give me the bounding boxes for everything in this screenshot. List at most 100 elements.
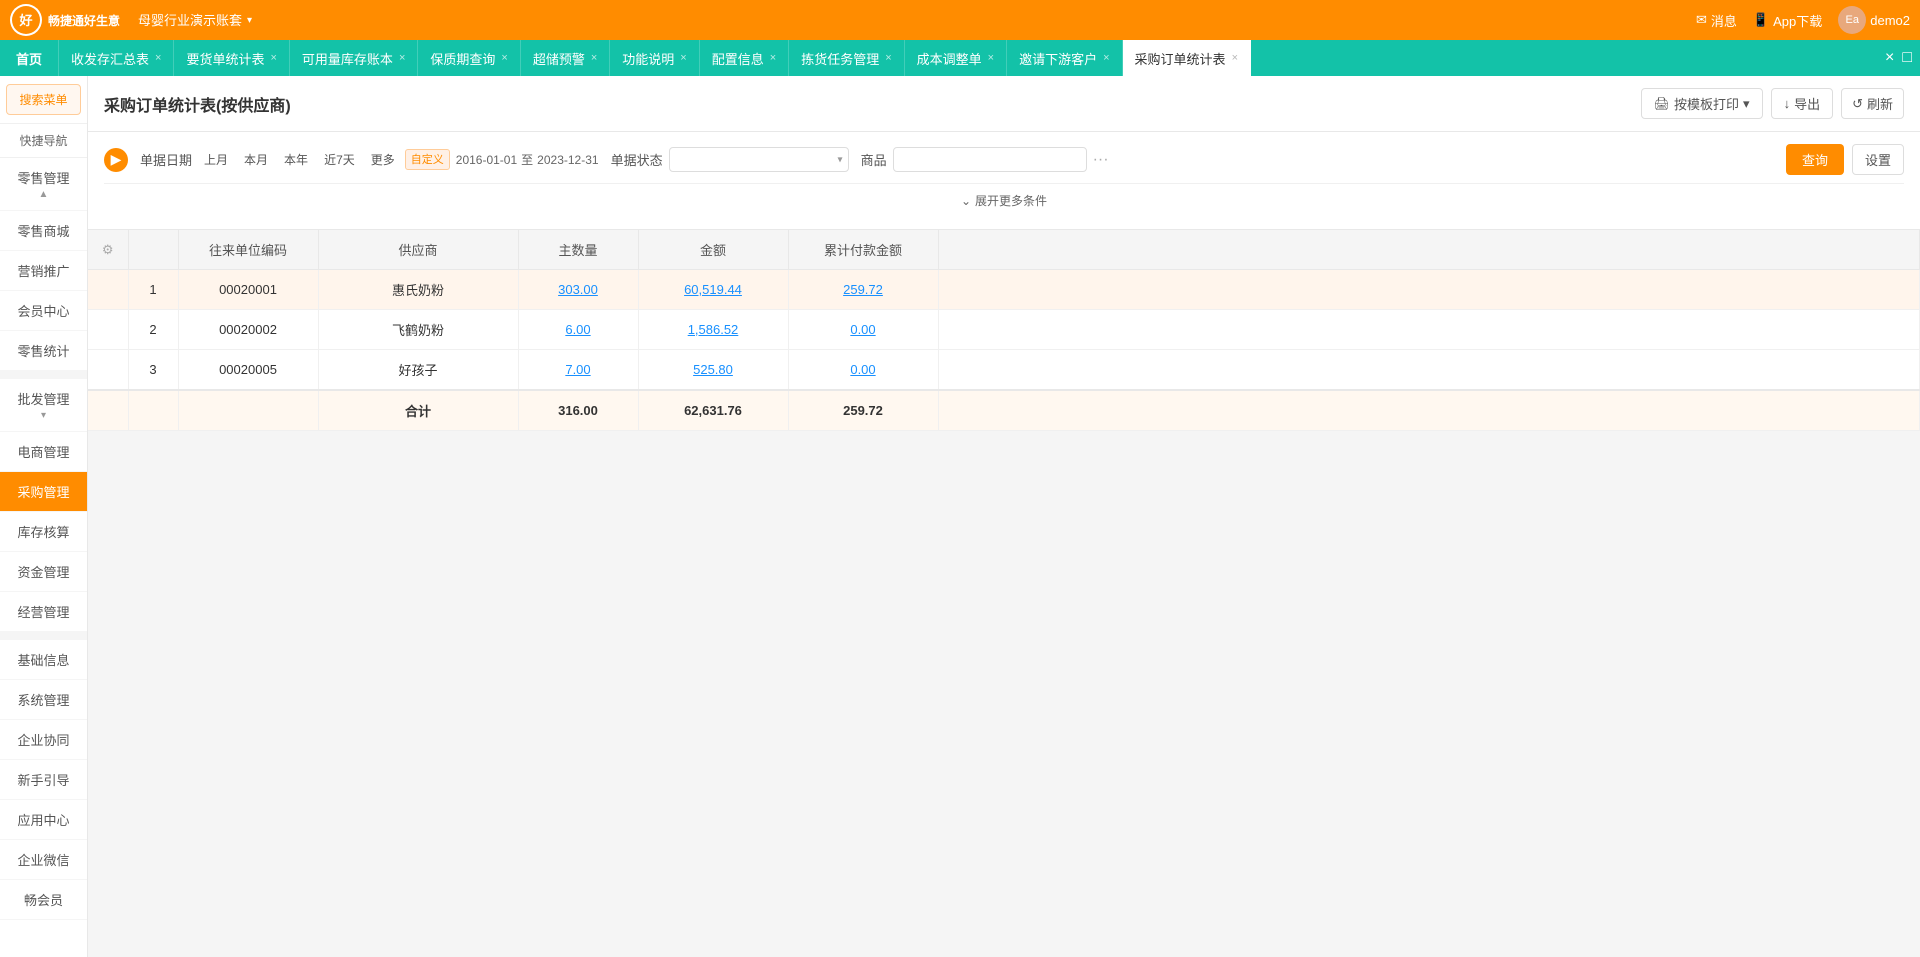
tab-expiry-close[interactable]: ×	[501, 52, 507, 64]
sidebar-inventory-label: 库存核算	[17, 522, 69, 541]
tab-purchase-stat[interactable]: 采购订单统计表 ×	[1123, 40, 1251, 76]
sidebar-item-purchase[interactable]: 采购管理	[0, 472, 87, 512]
print-btn[interactable]: 🖨 按模板打印 ▾	[1641, 88, 1763, 119]
row2-qty: 6.00	[518, 310, 638, 350]
sidebar-item-app-center[interactable]: 应用中心	[0, 800, 87, 840]
sidebar-wechat-label: 企业微信	[17, 850, 69, 869]
tab-config-close[interactable]: ×	[770, 52, 776, 64]
expand-filter-btn[interactable]: ⌄ 展开更多条件	[104, 183, 1904, 217]
tab-requisition-close[interactable]: ×	[270, 52, 276, 64]
shortcut-this-month[interactable]: 本月	[238, 149, 274, 170]
user-area[interactable]: Ea demo2	[1838, 6, 1910, 34]
refresh-label: 刷新	[1867, 94, 1893, 113]
query-btn[interactable]: 查询	[1786, 144, 1844, 175]
tab-collection[interactable]: 收发存汇总表 ×	[59, 40, 174, 76]
goods-input[interactable]	[893, 147, 1087, 172]
tab-picking-label: 拣货任务管理	[801, 49, 879, 68]
row1-paid: 259.72	[788, 270, 938, 310]
footer-code	[178, 390, 318, 431]
shortcut-7days[interactable]: 近7天	[318, 149, 361, 170]
message-label: 消息	[1711, 11, 1737, 30]
shortcut-more[interactable]: 更多	[365, 149, 401, 170]
row1-checkbox	[88, 270, 128, 310]
tab-invite-close[interactable]: ×	[1103, 52, 1109, 64]
sidebar-search-area: 搜索菜单	[0, 76, 87, 124]
tab-picking[interactable]: 拣货任务管理 ×	[789, 40, 904, 76]
sidebar-item-system[interactable]: 系统管理	[0, 680, 87, 720]
status-select[interactable]: 待审核 已审核 已关闭	[669, 147, 849, 172]
shortcut-this-year[interactable]: 本年	[278, 149, 314, 170]
col-header-index	[128, 230, 178, 270]
tab-home[interactable]: 首页	[0, 40, 59, 76]
tab-overstock[interactable]: 超储预警 ×	[521, 40, 610, 76]
row3-supplier: 好孩子	[318, 350, 518, 391]
user-name: demo2	[1870, 13, 1910, 28]
row3-index: 3	[128, 350, 178, 391]
tab-cost-close[interactable]: ×	[988, 52, 994, 64]
sidebar-item-retail-shop[interactable]: 零售商城	[0, 211, 87, 251]
tab-requisition[interactable]: 要货单统计表 ×	[174, 40, 289, 76]
sidebar-item-vip[interactable]: 畅会员	[0, 880, 87, 920]
message-btn[interactable]: ✉ 消息	[1696, 11, 1737, 30]
sidebar-operations-label: 经营管理	[17, 602, 69, 621]
sidebar-item-basic[interactable]: 基础信息	[0, 640, 87, 680]
sidebar-item-retail[interactable]: 零售管理 ▲	[0, 158, 87, 211]
sidebar-item-enterprise[interactable]: 企业协同	[0, 720, 87, 760]
filter-row-main: ▶ 单据日期 上月 本月 本年 近7天 更多 自定义 2016-01-01 至	[104, 144, 1904, 175]
sidebar-item-ecommerce[interactable]: 电商管理	[0, 432, 87, 472]
tab-invite[interactable]: 邀请下游客户 ×	[1007, 40, 1122, 76]
tab-purchase-stat-label: 采购订单统计表	[1135, 49, 1226, 68]
app-download-btn[interactable]: 📱 App下载	[1753, 11, 1822, 30]
row2-checkbox	[88, 310, 128, 350]
sidebar-retail-label: 零售管理	[17, 168, 69, 187]
sidebar-item-retail-stat[interactable]: 零售统计	[0, 331, 87, 371]
sidebar-item-inventory[interactable]: 库存核算	[0, 512, 87, 552]
tab-available[interactable]: 可用量库存账本 ×	[290, 40, 418, 76]
phone-icon: 📱	[1753, 12, 1769, 28]
tab-overstock-close[interactable]: ×	[591, 52, 597, 64]
tab-purchase-stat-close[interactable]: ×	[1232, 52, 1238, 64]
table-area: ⚙ 往来单位编码 供应商 主数量 金额 累计付款金额 1	[88, 230, 1920, 431]
table-row: 3 00020005 好孩子 7.00 525.80 0.00	[88, 350, 1920, 391]
breadcrumb-select[interactable]: 母婴行业演示账套	[138, 13, 259, 28]
goods-more-icon[interactable]: ···	[1093, 151, 1109, 169]
sidebar-item-finance[interactable]: 资金管理	[0, 552, 87, 592]
sidebar-quick-nav[interactable]: 快捷导航	[0, 124, 87, 158]
date-separator: 至	[521, 151, 533, 168]
top-bar: 好 畅捷通好生意 母婴行业演示账套 ▾ ✉ 消息 📱 App下载 Ea demo…	[0, 0, 1920, 40]
row3-extra	[938, 350, 1920, 391]
tab-function-close[interactable]: ×	[680, 52, 686, 64]
sidebar-item-marketing[interactable]: 营销推广	[0, 251, 87, 291]
tab-cost[interactable]: 成本调整单 ×	[905, 40, 1007, 76]
tab-config[interactable]: 配置信息 ×	[700, 40, 789, 76]
settings-btn[interactable]: 设置	[1852, 144, 1904, 175]
refresh-btn[interactable]: ↺ 刷新	[1841, 88, 1904, 119]
search-menu-btn[interactable]: 搜索菜单	[6, 84, 81, 115]
sidebar-guide-label: 新手引导	[17, 770, 69, 789]
print-icon: 🖨	[1654, 96, 1671, 112]
svg-text:好: 好	[18, 13, 32, 28]
sidebar-item-operations[interactable]: 经营管理	[0, 592, 87, 632]
tab-picking-close[interactable]: ×	[885, 52, 891, 64]
export-btn[interactable]: ↓ 导出	[1771, 88, 1834, 119]
filter-area: ▶ 单据日期 上月 本月 本年 近7天 更多 自定义 2016-01-01 至	[88, 132, 1920, 230]
filter-collapse-btn[interactable]: ▶	[104, 148, 128, 172]
close-tab-btn[interactable]: ×	[1885, 49, 1894, 67]
main-layout: 搜索菜单 快捷导航 零售管理 ▲ 零售商城 营销推广 会员中心 零售统计 批发管…	[0, 76, 1920, 957]
sidebar-item-guide[interactable]: 新手引导	[0, 760, 87, 800]
sidebar-enterprise-label: 企业协同	[17, 730, 69, 749]
settings-icon[interactable]: ⚙	[102, 242, 114, 257]
sidebar-item-wechat[interactable]: 企业微信	[0, 840, 87, 880]
tab-overstock-label: 超储预警	[533, 49, 585, 68]
tab-collection-close[interactable]: ×	[155, 52, 161, 64]
col-header-settings[interactable]: ⚙	[88, 230, 128, 270]
tab-function[interactable]: 功能说明 ×	[610, 40, 699, 76]
row2-supplier: 飞鹤奶粉	[318, 310, 518, 350]
maximize-btn[interactable]: □	[1902, 49, 1912, 67]
tab-expiry[interactable]: 保质期查询 ×	[418, 40, 520, 76]
sidebar-item-wholesale[interactable]: 批发管理 ▾	[0, 379, 87, 432]
page-actions: 🖨 按模板打印 ▾ ↓ 导出 ↺ 刷新	[1641, 88, 1905, 131]
shortcut-last-month[interactable]: 上月	[198, 149, 234, 170]
sidebar-item-member[interactable]: 会员中心	[0, 291, 87, 331]
tab-available-close[interactable]: ×	[399, 52, 405, 64]
